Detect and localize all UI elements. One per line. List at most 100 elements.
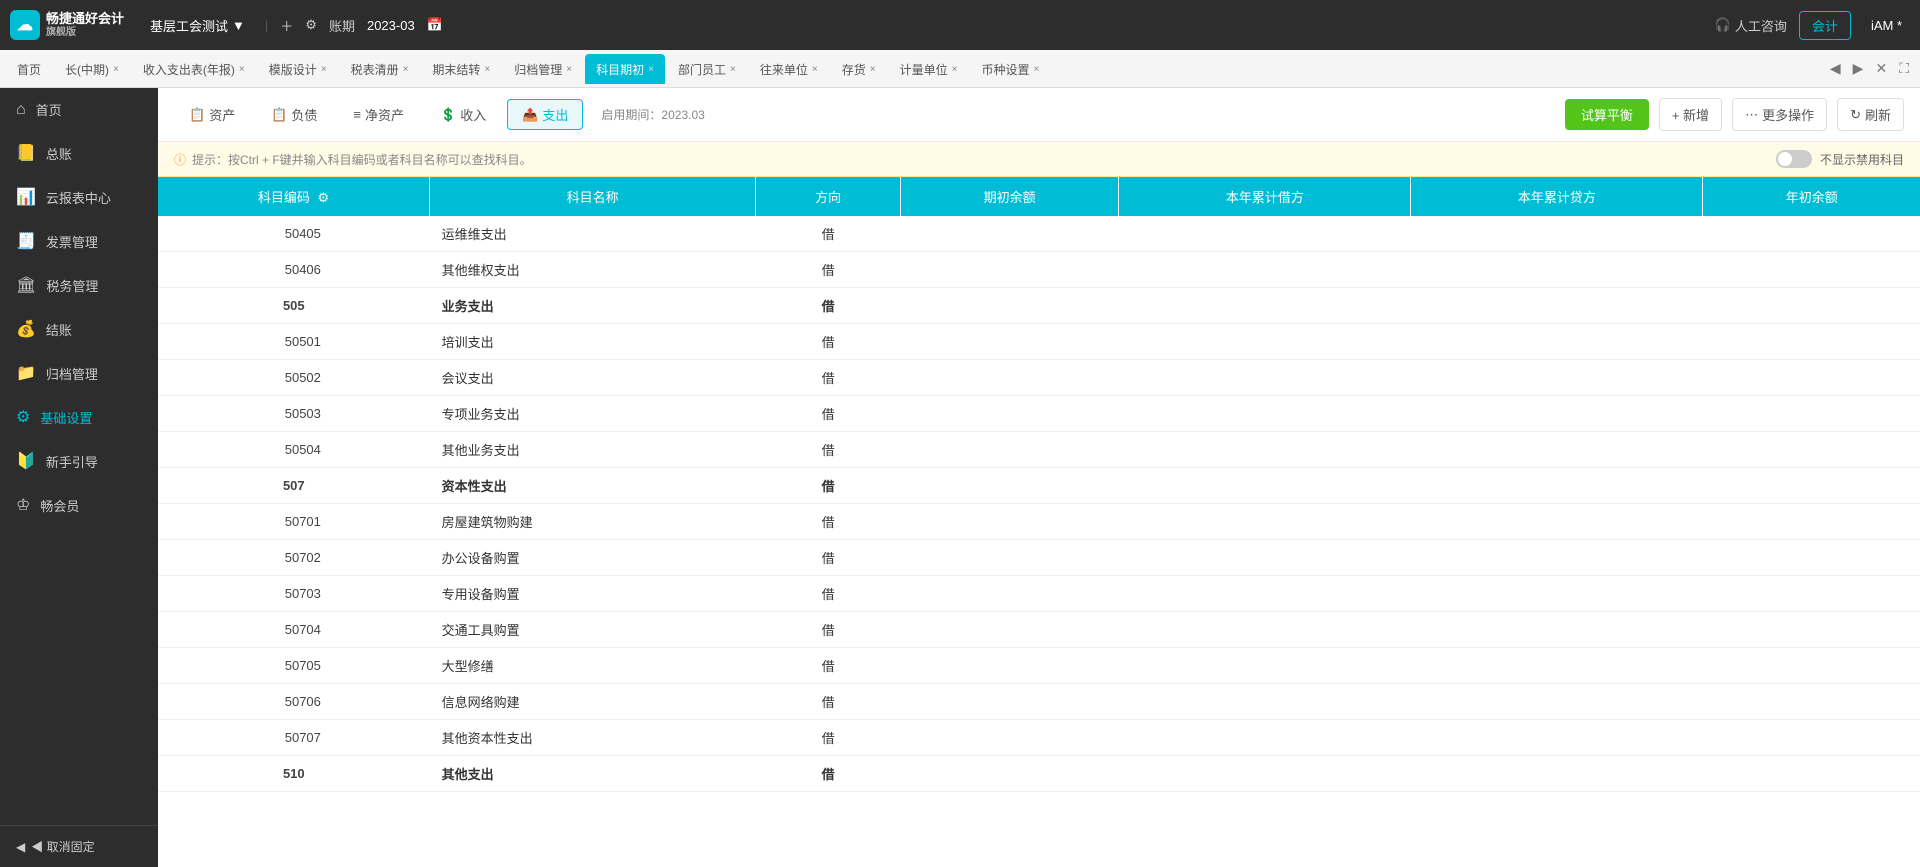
tab-inventory[interactable]: 存货× — [831, 54, 887, 84]
cell-year-opening — [1703, 432, 1920, 468]
tab-home[interactable]: 首页 — [6, 54, 52, 84]
tab-close-all-button[interactable]: ✕ — [1870, 60, 1892, 77]
sidebar-item-archive[interactable]: 📁 归档管理 — [0, 351, 158, 395]
cell-direction: 借 — [756, 360, 901, 396]
more-button[interactable]: ⋯ 更多操作 — [1732, 98, 1827, 131]
add-company-icon[interactable]: ＋ — [280, 16, 293, 35]
subtab-asset[interactable]: 📋 资产 — [174, 99, 250, 130]
table-row[interactable]: 50406 其他维权支出 借 — [158, 252, 1920, 288]
cell-direction: 借 — [756, 684, 901, 720]
col-opening: 期初余额 — [900, 177, 1118, 216]
hide-disabled-toggle[interactable] — [1776, 150, 1812, 168]
refresh-button[interactable]: ↻ 刷新 — [1837, 98, 1904, 131]
cell-code: 50705 — [158, 648, 430, 684]
tab-close-partner[interactable]: × — [812, 64, 818, 75]
table-row[interactable]: 50705 大型修缮 借 — [158, 648, 1920, 684]
table-row[interactable]: 50405 运维维支出 借 — [158, 216, 1920, 252]
cell-direction: 借 — [756, 756, 901, 792]
table-row[interactable]: 50702 办公设备购置 借 — [158, 540, 1920, 576]
cell-year-opening — [1703, 216, 1920, 252]
col-settings-icon[interactable]: ⚙ — [318, 190, 330, 205]
calendar-icon[interactable]: 📅 — [427, 17, 443, 33]
table-row[interactable]: 507 资本性支出 借 — [158, 468, 1920, 504]
table-container[interactable]: 科目编码 ⚙ 科目名称 方向 期初余额 本年累计借方 本年累计贷方 年初余额 5… — [158, 177, 1920, 867]
main-wrapper: ⌂ 首页 📒 总账 📊 云报表中心 🧾 发票管理 🏛 税务管理 💰 结账 📁 归… — [0, 88, 1920, 867]
tab-close-inventory[interactable]: × — [870, 64, 876, 75]
tab-tax[interactable]: 税表清册× — [340, 54, 420, 84]
guide-icon: 🔰 — [16, 451, 36, 471]
cell-name: 其他业务支出 — [430, 432, 756, 468]
tab-expand-button[interactable]: ⛶ — [1894, 60, 1914, 77]
table-row[interactable]: 505 业务支出 借 — [158, 288, 1920, 324]
subtab-icon-asset: 📋 — [189, 107, 205, 123]
table-row[interactable]: 50703 专用设备购置 借 — [158, 576, 1920, 612]
cell-year-opening — [1703, 360, 1920, 396]
tab-close-income[interactable]: × — [239, 64, 245, 75]
subtab-income[interactable]: 💲 收入 — [425, 99, 501, 130]
sidebar-item-settle[interactable]: 💰 结账 — [0, 307, 158, 351]
sidebar-collapse-button[interactable]: ◀ ◀ 取消固定 — [0, 825, 158, 867]
tab-next-button[interactable]: ▶ — [1848, 60, 1869, 77]
subtab-expense[interactable]: 📤 支出 — [507, 99, 583, 130]
sidebar-item-settings[interactable]: ⚙ 基础设置 — [0, 395, 158, 439]
table-header-row: 科目编码 ⚙ 科目名称 方向 期初余额 本年累计借方 本年累计贷方 年初余额 — [158, 177, 1920, 216]
tab-dept[interactable]: 部门员工× — [667, 54, 747, 84]
cell-opening — [900, 432, 1118, 468]
table-row[interactable]: 50707 其他资本性支出 借 — [158, 720, 1920, 756]
help-button[interactable]: 🎧 人工咨询 — [1715, 16, 1787, 35]
info-tip-text: 提示：按Ctrl + F键并输入科目编码或者科目名称可以查找科目。 — [192, 151, 532, 168]
tab-income[interactable]: 收入支出表(年报)× — [132, 54, 256, 84]
sidebar-item-report[interactable]: 📊 云报表中心 — [0, 175, 158, 219]
tab-close-currency[interactable]: × — [1033, 64, 1039, 75]
table-row[interactable]: 50502 会议支出 借 — [158, 360, 1920, 396]
cell-year-opening — [1703, 756, 1920, 792]
cell-opening — [900, 216, 1118, 252]
cell-ytd-debit — [1119, 504, 1411, 540]
tab-close-dept[interactable]: × — [730, 64, 736, 75]
cell-opening — [900, 540, 1118, 576]
tab-close-tax[interactable]: × — [403, 64, 409, 75]
sidebar-item-ledger[interactable]: 📒 总账 — [0, 131, 158, 175]
tab-close-unit[interactable]: × — [952, 64, 958, 75]
tab-close-period_end[interactable]: × — [484, 64, 490, 75]
table-row[interactable]: 510 其他支出 借 — [158, 756, 1920, 792]
sidebar-items-container: ⌂ 首页 📒 总账 📊 云报表中心 🧾 发票管理 🏛 税务管理 💰 结账 📁 归… — [0, 88, 158, 527]
tab-period[interactable]: 长(中期)× — [54, 54, 130, 84]
cell-ytd-debit — [1119, 648, 1411, 684]
subtab-net_asset[interactable]: ≡ 净资产 — [338, 99, 419, 130]
cell-year-opening — [1703, 648, 1920, 684]
sidebar-item-invoice[interactable]: 🧾 发票管理 — [0, 219, 158, 263]
sidebar-item-member[interactable]: ♔ 畅会员 — [0, 483, 158, 527]
tab-unit[interactable]: 计量单位× — [889, 54, 969, 84]
balance-button[interactable]: 试算平衡 — [1565, 99, 1649, 130]
tab-period_end[interactable]: 期末结转× — [421, 54, 501, 84]
tab-subject[interactable]: 科目期初× — [585, 54, 665, 84]
subtab-label-income: 收入 — [460, 105, 486, 124]
tab-template[interactable]: 模版设计× — [258, 54, 338, 84]
add-button[interactable]: + 新增 — [1659, 98, 1722, 131]
table-row[interactable]: 50503 专项业务支出 借 — [158, 396, 1920, 432]
tab-close-period[interactable]: × — [113, 64, 119, 75]
cell-ytd-debit — [1119, 360, 1411, 396]
tab-close-archive[interactable]: × — [566, 64, 572, 75]
subtab-liability[interactable]: 📋 负债 — [256, 99, 332, 130]
tab-archive[interactable]: 归档管理× — [503, 54, 583, 84]
table-row[interactable]: 50701 房屋建筑物购建 借 — [158, 504, 1920, 540]
table-row[interactable]: 50706 信息网络购建 借 — [158, 684, 1920, 720]
sidebar-item-guide[interactable]: 🔰 新手引导 — [0, 439, 158, 483]
cell-name: 会议支出 — [430, 360, 756, 396]
table-row[interactable]: 50704 交通工具购置 借 — [158, 612, 1920, 648]
tab-close-subject[interactable]: × — [648, 64, 654, 75]
company-name-button[interactable]: 基层工会测试 ▼ — [150, 16, 245, 35]
account-button[interactable]: 会计 — [1799, 11, 1851, 40]
cell-ytd-debit — [1119, 468, 1411, 504]
sidebar-item-home[interactable]: ⌂ 首页 — [0, 88, 158, 131]
tab-prev-button[interactable]: ◀ — [1825, 60, 1846, 77]
tab-currency[interactable]: 币种设置× — [970, 54, 1050, 84]
settings-icon[interactable]: ⚙ — [305, 17, 317, 33]
table-row[interactable]: 50504 其他业务支出 借 — [158, 432, 1920, 468]
tab-close-template[interactable]: × — [321, 64, 327, 75]
table-row[interactable]: 50501 培训支出 借 — [158, 324, 1920, 360]
sidebar-item-tax[interactable]: 🏛 税务管理 — [0, 263, 158, 307]
tab-partner[interactable]: 往来单位× — [749, 54, 829, 84]
